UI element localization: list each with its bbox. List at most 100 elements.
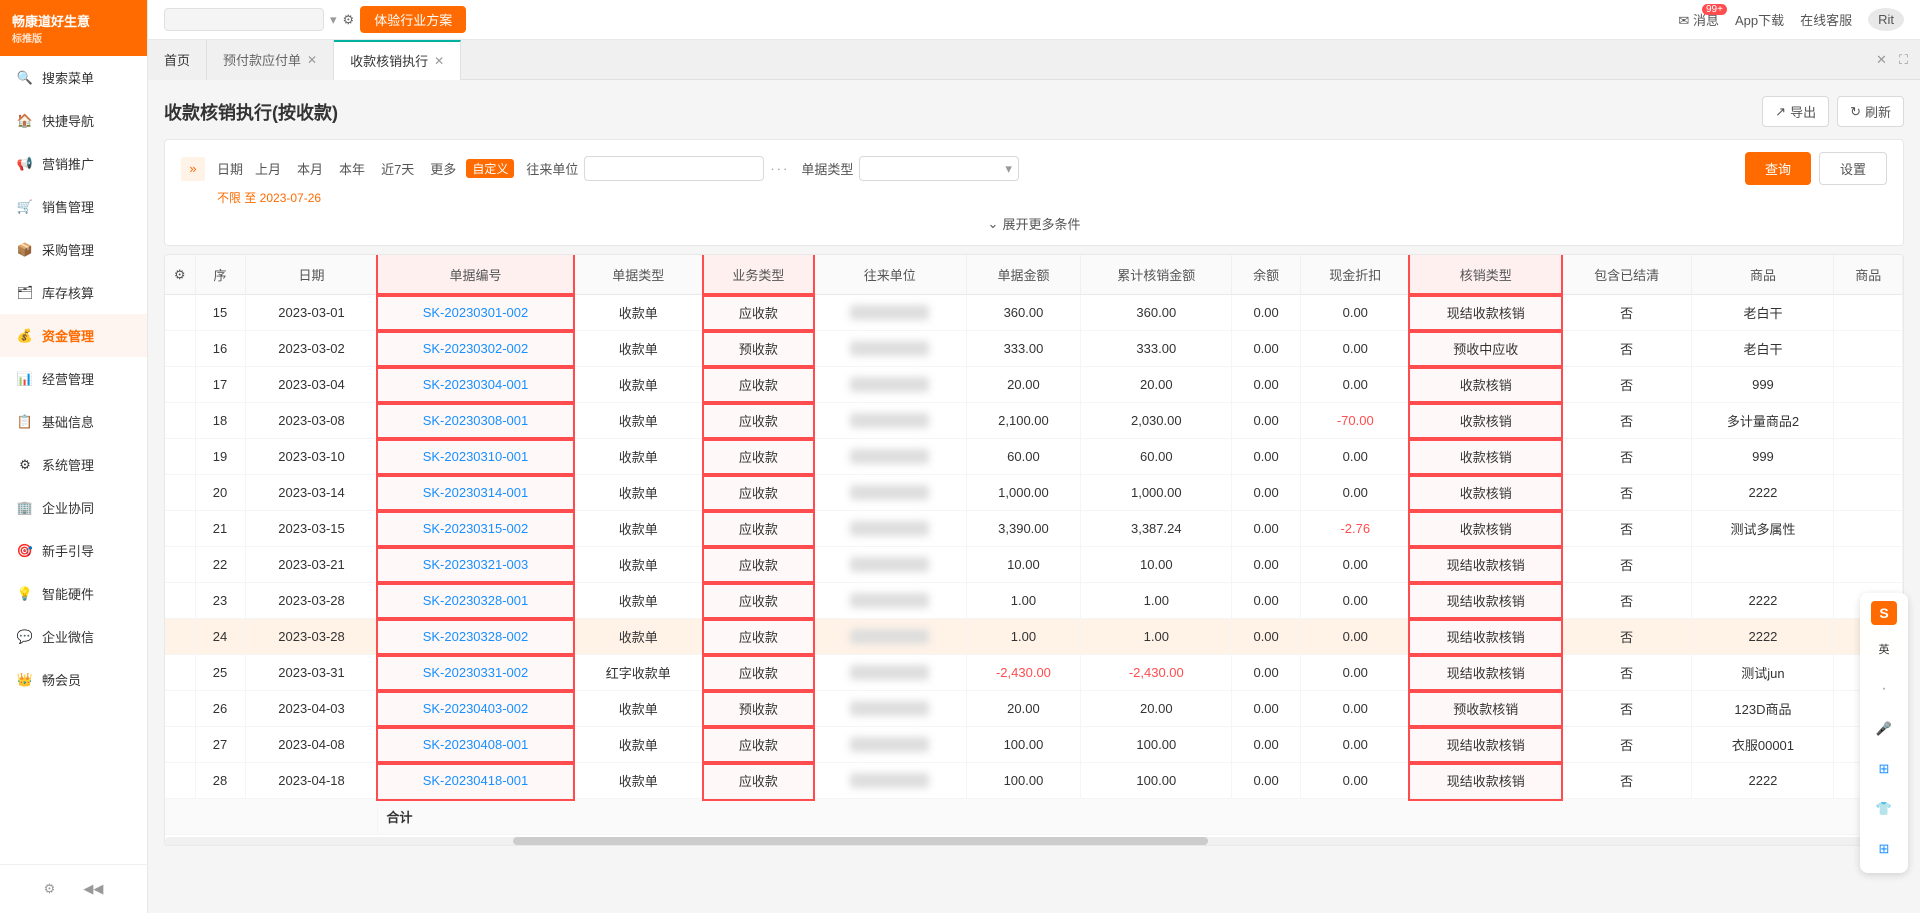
more-options-btn[interactable]: ··· [770, 161, 789, 176]
balance-cell: 0.00 [1232, 583, 1300, 619]
writeoff-type-cell: 现结收款核销 [1410, 547, 1561, 583]
sidebar-item-hardware[interactable]: 💡 智能硬件 [0, 572, 147, 615]
search-input[interactable] [164, 8, 324, 31]
refresh-btn[interactable]: ↻ 刷新 [1837, 96, 1904, 127]
tab-home[interactable]: 首页 [148, 40, 207, 80]
header-right: ✉ 消息 99+ App下载 在线客服 Rit [1678, 8, 1904, 31]
bill-type-select[interactable] [859, 156, 1019, 181]
expand-label: 展开更多条件 [1002, 214, 1080, 233]
bill-no-link[interactable]: SK-20230302-002 [423, 341, 529, 356]
sidebar-item-operations[interactable]: 📊 经营管理 [0, 357, 147, 400]
sidebar-item-label: 企业协同 [42, 498, 94, 517]
date-custom-btn[interactable]: 自定义 [466, 159, 514, 178]
content-area: 收款核销执行(按收款) ↗ 导出 ↻ 刷新 » 日期 上月 [148, 80, 1920, 913]
table-row: 25 2023-03-31 SK-20230331-002 红字收款单 应收款 … [165, 655, 1903, 691]
date-btn-this-year[interactable]: 本年 [333, 157, 371, 180]
tab-collection[interactable]: 收款核销执行 ✕ [334, 40, 461, 80]
bill-no-link[interactable]: SK-20230331-002 [423, 665, 529, 680]
date-btn-prev-month[interactable]: 上月 [249, 157, 287, 180]
date-cell: 2023-03-14 [245, 475, 378, 511]
sidebar-item-label: 营销推广 [42, 154, 94, 173]
float-grid2-btn[interactable]: ⊞ [1868, 833, 1900, 865]
gear-column-header[interactable]: ⚙ [165, 255, 195, 295]
online-service-link[interactable]: 在线客服 [1800, 10, 1852, 29]
include-settled-cell: 否 [1561, 331, 1692, 367]
sidebar-item-inventory[interactable]: 🗂 库存核算 [0, 271, 147, 314]
bill-type-cell: 收款单 [573, 331, 704, 367]
table-row: 20 2023-03-14 SK-20230314-001 收款单 应收款 hi… [165, 475, 1903, 511]
bill-no-link[interactable]: SK-20230328-001 [423, 593, 529, 608]
tab-collection-close[interactable]: ✕ [434, 54, 444, 68]
bill-no-link[interactable]: SK-20230315-002 [423, 521, 529, 536]
bill-no-link[interactable]: SK-20230328-002 [423, 629, 529, 644]
close-tab-icon[interactable]: ✕ [1872, 48, 1891, 72]
notification-badge[interactable]: ✉ 消息 99+ [1678, 10, 1719, 29]
balance-cell: 0.00 [1232, 511, 1300, 547]
bill-no-column-header: 单据编号 [378, 255, 573, 295]
gear-cell [165, 439, 195, 475]
cash-discount-cell: 0.00 [1300, 331, 1410, 367]
sidebar-item-member[interactable]: 👑 畅会员 [0, 658, 147, 701]
float-mic-btn[interactable]: 🎤 [1868, 713, 1900, 745]
partner-cell: hidden [813, 619, 966, 655]
sidebar-item-quicknav[interactable]: 🏠 快捷导航 [0, 99, 147, 142]
expand-btn[interactable]: ⌄ 展开更多条件 [988, 214, 1081, 233]
tab-prepay-close[interactable]: ✕ [307, 53, 317, 67]
app-download-link[interactable]: App下载 [1735, 10, 1784, 29]
float-grid-btn[interactable]: ⊞ [1868, 753, 1900, 785]
bill-amount-cell: 3,390.00 [966, 511, 1080, 547]
partner-cell: hidden [813, 475, 966, 511]
partner-cell: hidden [813, 439, 966, 475]
sidebar-item-enterprise[interactable]: 🏢 企业协同 [0, 486, 147, 529]
sidebar-item-purchase[interactable]: 📦 采购管理 [0, 228, 147, 271]
collapse-btn[interactable]: ◀◀ [75, 873, 111, 905]
sidebar-item-finance[interactable]: 💰 资金管理 [0, 314, 147, 357]
bill-no-link[interactable]: SK-20230301-002 [423, 305, 529, 320]
table-footer-row: 合计 [165, 799, 1903, 835]
user-avatar[interactable]: Rit [1868, 8, 1904, 31]
bill-no-link[interactable]: SK-20230314-001 [423, 485, 529, 500]
filter-toggle-btn[interactable]: » [181, 157, 205, 181]
seq-column-header: 序 [195, 255, 245, 295]
partner-input[interactable] [584, 156, 764, 181]
float-shirt-btn[interactable]: 👕 [1868, 793, 1900, 825]
balance-cell: 0.00 [1232, 547, 1300, 583]
maximize-icon[interactable]: ⛶ [1895, 48, 1912, 72]
finance-icon: 💰 [16, 327, 34, 345]
sidebar-item-system[interactable]: ⚙ 系统管理 [0, 443, 147, 486]
solution-btn[interactable]: 体验行业方案 [360, 6, 466, 33]
tab-prepay[interactable]: 预付款应付单 ✕ [207, 40, 334, 80]
partner-cell: hidden [813, 367, 966, 403]
settings-btn[interactable]: ⚙ [36, 873, 64, 905]
sidebar-item-wechat[interactable]: 💬 企业微信 [0, 615, 147, 658]
date-btn-7days[interactable]: 近7天 [375, 157, 420, 180]
date-btn-more[interactable]: 更多 [424, 157, 462, 180]
biz-type-cell: 应收款 [704, 655, 814, 691]
table-scrollbar[interactable] [165, 837, 1903, 845]
sidebar-item-sales[interactable]: 🛒 销售管理 [0, 185, 147, 228]
bill-amount-cell: 100.00 [966, 763, 1080, 799]
sidebar-item-guide[interactable]: 🎯 新手引导 [0, 529, 147, 572]
bill-no-link[interactable]: SK-20230403-002 [423, 701, 529, 716]
bill-no-link[interactable]: SK-20230418-001 [423, 773, 529, 788]
sidebar-item-search[interactable]: 🔍 搜索菜单 [0, 56, 147, 99]
sidebar-item-basic[interactable]: 📋 基础信息 [0, 400, 147, 443]
date-btn-this-month[interactable]: 本月 [291, 157, 329, 180]
float-dot-btn[interactable]: · [1868, 673, 1900, 705]
bill-no-link[interactable]: SK-20230408-001 [423, 737, 529, 752]
writeoff-type-cell: 收款核销 [1410, 439, 1561, 475]
bill-no-link[interactable]: SK-20230321-003 [423, 557, 529, 572]
bill-no-link[interactable]: SK-20230308-001 [423, 413, 529, 428]
bill-no-link[interactable]: SK-20230310-001 [423, 449, 529, 464]
table-row: 22 2023-03-21 SK-20230321-003 收款单 应收款 hi… [165, 547, 1903, 583]
query-btn[interactable]: 查询 [1745, 152, 1811, 185]
bill-no-link[interactable]: SK-20230304-001 [423, 377, 529, 392]
export-btn[interactable]: ↗ 导出 [1762, 96, 1829, 127]
settings-icon[interactable]: ⚙ [343, 12, 355, 28]
sidebar-item-marketing[interactable]: 📢 营销推广 [0, 142, 147, 185]
writeoff-type-cell: 现结收款核销 [1410, 763, 1561, 799]
setting-btn[interactable]: 设置 [1819, 152, 1887, 185]
table-scrollbar-thumb [513, 837, 1208, 845]
float-english-btn[interactable]: 英 [1868, 633, 1900, 665]
date-range: 上月 本月 本年 近7天 更多 自定义 [249, 157, 514, 180]
